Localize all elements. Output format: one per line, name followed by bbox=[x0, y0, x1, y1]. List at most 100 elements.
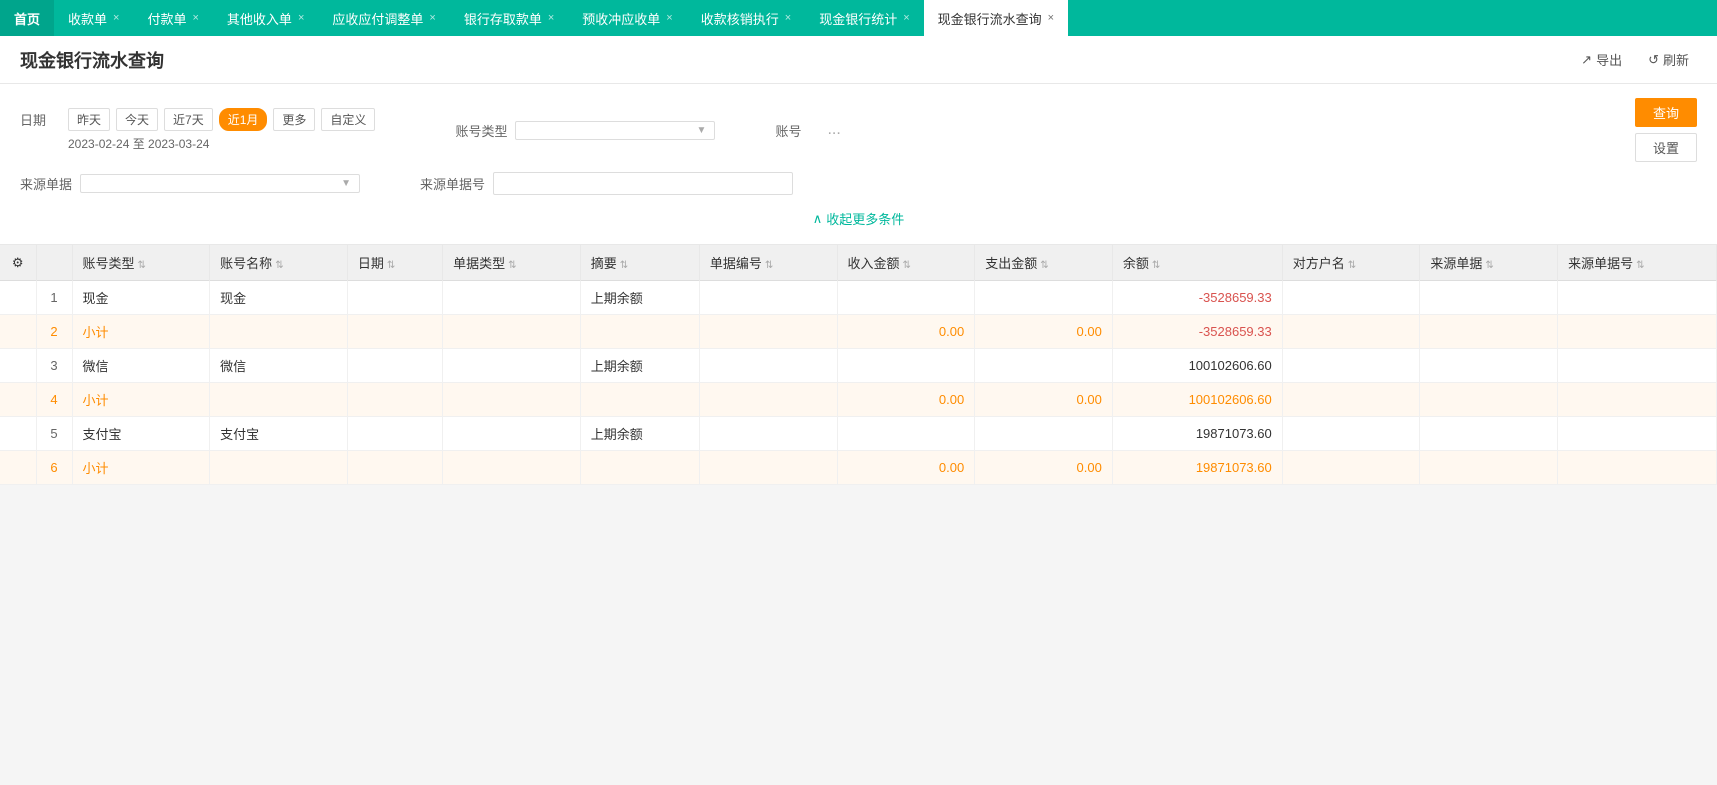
row-account-name: 微信 bbox=[210, 349, 348, 383]
sort-icon-doc_no[interactable]: ⇅ bbox=[765, 260, 773, 271]
row-index: 4 bbox=[36, 383, 72, 417]
date-option-5[interactable]: 自定义 bbox=[321, 108, 375, 131]
th-label-balance: 余额 bbox=[1123, 256, 1149, 271]
account-label: 账号 bbox=[775, 121, 815, 140]
nav-tab-label: 现金银行统计 bbox=[819, 9, 897, 28]
refresh-label: 刷新 bbox=[1663, 50, 1689, 69]
source-doc-select[interactable]: ▼ bbox=[80, 174, 360, 193]
th-date[interactable]: 日期⇅ bbox=[347, 245, 442, 281]
refresh-button[interactable]: ↺ 刷新 bbox=[1640, 46, 1697, 73]
th-label-source_doc_no: 来源单据号 bbox=[1568, 256, 1633, 271]
row-account-type: 小计 bbox=[72, 451, 210, 485]
row-doc-no bbox=[699, 281, 837, 315]
sort-icon-date[interactable]: ⇅ bbox=[387, 260, 395, 271]
nav-tab-label: 现金银行流水查询 bbox=[938, 9, 1042, 28]
th-balance[interactable]: 余额⇅ bbox=[1112, 245, 1282, 281]
query-button[interactable]: 查询 bbox=[1635, 98, 1697, 127]
close-icon[interactable]: × bbox=[1048, 12, 1054, 24]
table-row: 6小计0.000.0019871073.60 bbox=[0, 451, 1717, 485]
row-summary bbox=[580, 315, 699, 349]
sort-icon-income[interactable]: ⇅ bbox=[903, 260, 911, 271]
nav-tab-3[interactable]: 应收应付调整单× bbox=[318, 0, 449, 36]
nav-tab-8[interactable]: 现金银行流水查询 × bbox=[924, 0, 1068, 36]
sort-icon-account_type[interactable]: ⇅ bbox=[138, 260, 146, 271]
row-settings bbox=[0, 451, 36, 485]
nav-tab-7[interactable]: 现金银行统计 × bbox=[805, 0, 923, 36]
th-source_doc[interactable]: 来源单据⇅ bbox=[1420, 245, 1558, 281]
export-button[interactable]: ↗ 导出 bbox=[1573, 46, 1630, 73]
th-settings: ⚙ bbox=[0, 245, 36, 281]
source-doc-num-input[interactable] bbox=[493, 172, 793, 195]
close-icon[interactable]: × bbox=[548, 12, 554, 24]
date-option-2[interactable]: 近7天 bbox=[164, 108, 213, 131]
th-doc_no[interactable]: 单据编号⇅ bbox=[699, 245, 837, 281]
row-doc-no bbox=[699, 451, 837, 485]
sort-icon-source_doc[interactable]: ⇅ bbox=[1485, 260, 1493, 271]
row-balance: 100102606.60 bbox=[1112, 383, 1282, 417]
column-settings-icon[interactable]: ⚙ bbox=[12, 255, 24, 270]
collapse-more-conditions[interactable]: ∧ 收起更多条件 bbox=[20, 205, 1697, 234]
row-source-doc-no bbox=[1558, 383, 1717, 417]
table-body: 1现金现金上期余额-3528659.332小计0.000.00-3528659.… bbox=[0, 281, 1717, 485]
account-type-select[interactable]: ▼ bbox=[515, 121, 715, 140]
date-option-0[interactable]: 昨天 bbox=[68, 108, 110, 131]
th-account_type[interactable]: 账号类型⇅ bbox=[72, 245, 210, 281]
th-counter_party[interactable]: 对方户名⇅ bbox=[1282, 245, 1420, 281]
account-more-icon[interactable]: ... bbox=[823, 121, 844, 139]
date-option-3[interactable]: 近1月 bbox=[219, 108, 268, 131]
row-settings bbox=[0, 315, 36, 349]
row-counter-party bbox=[1282, 315, 1420, 349]
nav-tab-4[interactable]: 银行存取款单 × bbox=[450, 0, 568, 36]
row-expense bbox=[975, 349, 1113, 383]
export-icon: ↗ bbox=[1581, 52, 1592, 68]
sort-icon-account_name[interactable]: ⇅ bbox=[275, 260, 283, 271]
sort-icon-balance[interactable]: ⇅ bbox=[1152, 260, 1160, 271]
th-label-doc_no: 单据编号 bbox=[710, 256, 762, 271]
row-date bbox=[347, 451, 442, 485]
close-icon[interactable]: × bbox=[903, 12, 909, 24]
row-source-doc-no bbox=[1558, 281, 1717, 315]
account-type-label: 账号类型 bbox=[455, 121, 507, 140]
filter-row-1: 日期 昨天今天近7天近1月更多自定义 2023-02-24 至 2023-03-… bbox=[20, 98, 1697, 162]
row-summary bbox=[580, 451, 699, 485]
sort-icon-doc_type[interactable]: ⇅ bbox=[508, 260, 516, 271]
th-doc_type[interactable]: 单据类型⇅ bbox=[443, 245, 581, 281]
close-icon[interactable]: × bbox=[113, 12, 119, 24]
row-doc-no bbox=[699, 383, 837, 417]
header-actions: ↗ 导出 ↺ 刷新 bbox=[1573, 46, 1697, 73]
th-summary[interactable]: 摘要⇅ bbox=[580, 245, 699, 281]
close-icon[interactable]: × bbox=[192, 12, 198, 24]
nav-tab-5[interactable]: 预收冲应收单× bbox=[568, 0, 686, 36]
date-option-4[interactable]: 更多 bbox=[273, 108, 315, 131]
nav-home[interactable]: 首页 bbox=[0, 0, 54, 36]
nav-tab-6[interactable]: 收款核销执行× bbox=[687, 0, 805, 36]
close-icon[interactable]: × bbox=[666, 12, 672, 24]
close-icon[interactable]: × bbox=[429, 12, 435, 24]
settings-button[interactable]: 设置 bbox=[1635, 133, 1697, 162]
close-icon[interactable]: × bbox=[298, 12, 304, 24]
filter-area: 日期 昨天今天近7天近1月更多自定义 2023-02-24 至 2023-03-… bbox=[0, 84, 1717, 245]
nav-tab-0[interactable]: 收款单× bbox=[54, 0, 133, 36]
row-counter-party bbox=[1282, 281, 1420, 315]
sort-icon-source_doc_no[interactable]: ⇅ bbox=[1636, 260, 1644, 271]
sort-icon-expense[interactable]: ⇅ bbox=[1040, 260, 1048, 271]
nav-tab-2[interactable]: 其他收入单× bbox=[213, 0, 318, 36]
th-account_name[interactable]: 账号名称⇅ bbox=[210, 245, 348, 281]
row-date bbox=[347, 417, 442, 451]
sort-icon-counter_party[interactable]: ⇅ bbox=[1348, 260, 1356, 271]
row-expense: 0.00 bbox=[975, 383, 1113, 417]
th-income[interactable]: 收入金额⇅ bbox=[837, 245, 975, 281]
row-source-doc-no bbox=[1558, 315, 1717, 349]
sort-icon-summary[interactable]: ⇅ bbox=[620, 260, 628, 271]
close-icon[interactable]: × bbox=[785, 12, 791, 24]
row-summary: 上期余额 bbox=[580, 349, 699, 383]
table-row: 1现金现金上期余额-3528659.33 bbox=[0, 281, 1717, 315]
row-account-type: 支付宝 bbox=[72, 417, 210, 451]
nav-tab-1[interactable]: 付款单× bbox=[133, 0, 212, 36]
date-option-1[interactable]: 今天 bbox=[116, 108, 158, 131]
row-settings bbox=[0, 417, 36, 451]
th-source_doc_no[interactable]: 来源单据号⇅ bbox=[1558, 245, 1717, 281]
nav-tab-label: 银行存取款单 bbox=[464, 9, 542, 28]
row-source-doc bbox=[1420, 383, 1558, 417]
th-expense[interactable]: 支出金额⇅ bbox=[975, 245, 1113, 281]
